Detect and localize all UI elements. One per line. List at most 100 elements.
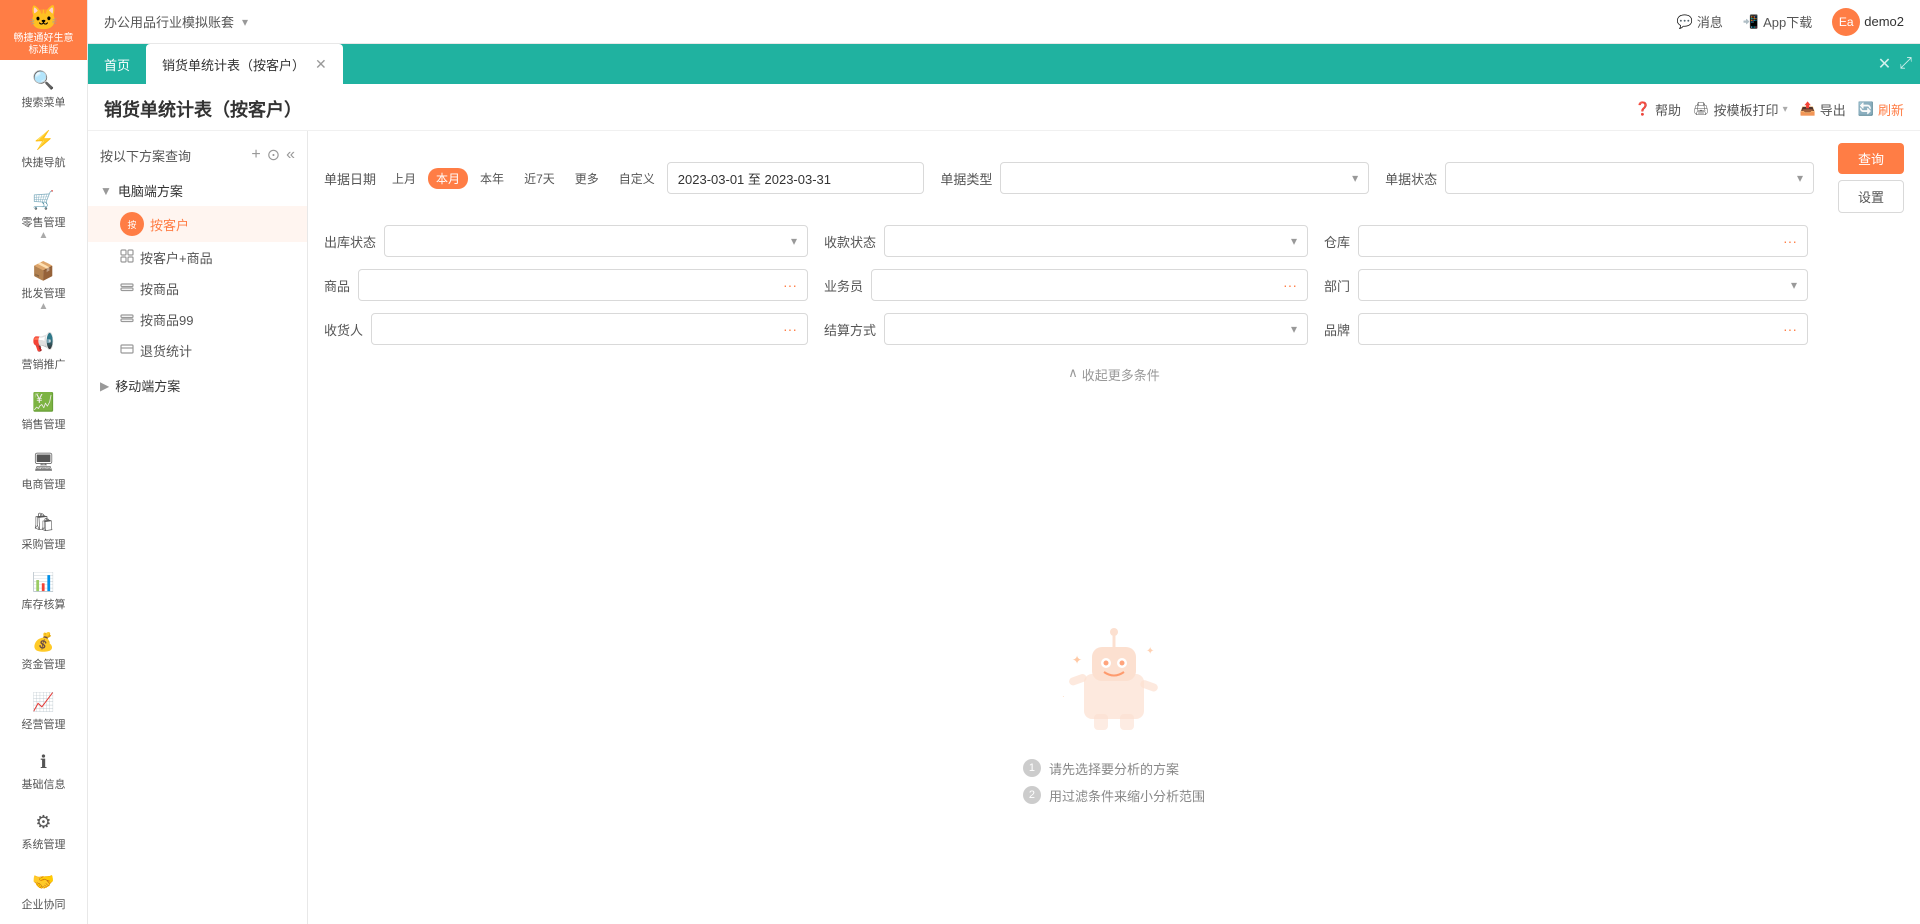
- sidebar-item-retail[interactable]: 🛒 零售管理 ▲: [0, 180, 88, 251]
- sidebar-item-basic[interactable]: ℹ 基础信息: [0, 742, 88, 802]
- salesperson-ellipsis[interactable]: ···: [1283, 277, 1297, 293]
- sidebar-item-system[interactable]: ⚙ 系统管理: [0, 802, 88, 862]
- user-name: demo2: [1864, 14, 1904, 29]
- tab-sales-stats[interactable]: 销货单统计表（按客户） ✕: [146, 44, 343, 84]
- app-download-button[interactable]: 📲 App下载: [1743, 12, 1812, 31]
- brand-select[interactable]: ···: [1358, 313, 1808, 345]
- print-button[interactable]: 🖨 按模板打印 ▾: [1693, 100, 1788, 119]
- help-icon: ❓: [1635, 101, 1651, 117]
- settings-button[interactable]: 设置: [1838, 180, 1904, 213]
- refresh-icon: 🔄: [1858, 101, 1874, 117]
- tab-close-all-button[interactable]: ✕: [1878, 54, 1891, 74]
- scheme-add-button[interactable]: +: [251, 146, 260, 164]
- tab-expand-button[interactable]: ⤢: [1899, 55, 1912, 73]
- brand-ellipsis[interactable]: ···: [1783, 321, 1797, 337]
- page-header: 销货单统计表（按客户） ❓ 帮助 🖨 按模板打印 ▾ 📤 导出: [88, 84, 1920, 131]
- scheme-item-icon-by-goods-99: [120, 311, 134, 328]
- date-range-value: 2023-03-01 至 2023-03-31: [678, 169, 831, 188]
- sidebar-label-retail: 零售管理: [22, 214, 66, 230]
- goods-select[interactable]: ···: [358, 269, 808, 301]
- scheme-item-by-goods[interactable]: 按商品: [88, 273, 307, 304]
- sidebar-item-purchase[interactable]: 🛍 采购管理: [0, 502, 88, 562]
- salesperson-select[interactable]: ···: [871, 269, 1308, 301]
- receiver-ellipsis[interactable]: ···: [783, 321, 797, 337]
- settlement-select[interactable]: ▾: [884, 313, 1308, 345]
- scheme-item-return-stats[interactable]: 退货统计: [88, 335, 307, 366]
- app-title-dropdown-icon[interactable]: ▾: [242, 15, 248, 29]
- page-title: 销货单统计表（按客户）: [104, 96, 302, 122]
- sidebar-item-inventory[interactable]: 📊 库存核算: [0, 562, 88, 622]
- date-btn-this-year[interactable]: 本年: [472, 168, 512, 189]
- sidebar-item-marketing[interactable]: 📢 营销推广: [0, 322, 88, 382]
- user-avatar: Ea: [1832, 8, 1860, 36]
- out-status-dropdown-icon: ▾: [791, 234, 797, 248]
- goods-ellipsis[interactable]: ···: [783, 277, 797, 293]
- sidebar-label-ecommerce: 电商管理: [22, 476, 66, 492]
- filter-item-brand: 品牌 ···: [1324, 313, 1808, 345]
- scheme-item-by-goods-99[interactable]: 按商品99: [88, 304, 307, 335]
- scheme-item-by-customer-goods[interactable]: 按客户+商品: [88, 242, 307, 273]
- export-icon: 📤: [1800, 101, 1816, 117]
- department-select[interactable]: ▾: [1358, 269, 1808, 301]
- inventory-icon: 📊: [32, 572, 54, 593]
- tab-home[interactable]: 首页: [88, 44, 146, 84]
- date-btn-more[interactable]: 更多: [567, 168, 607, 189]
- sidebar-item-ecommerce[interactable]: 🖥 电商管理: [0, 442, 88, 502]
- scheme-settings-button[interactable]: ⊙: [267, 145, 280, 165]
- sidebar-logo: 🐱 畅捷通好生意标准版: [0, 0, 88, 60]
- sidebar-item-search[interactable]: 🔍 搜索菜单: [0, 60, 88, 120]
- payment-status-select[interactable]: ▾: [884, 225, 1308, 257]
- out-status-select[interactable]: ▾: [384, 225, 808, 257]
- print-icon: 🖨: [1693, 101, 1710, 117]
- empty-tip-1-text: 请先选择要分析的方案: [1049, 759, 1179, 778]
- sidebar-item-enterprise[interactable]: 🤝 企业协同: [0, 862, 88, 922]
- goods-label: 商品: [324, 276, 350, 295]
- scheme-collapse-button[interactable]: «: [286, 146, 295, 164]
- empty-illustration: ✦ ✦ ·: [1054, 619, 1174, 739]
- tab-bar-actions: ✕ ⤢: [1878, 54, 1920, 74]
- help-button[interactable]: ❓ 帮助: [1635, 100, 1681, 119]
- date-btn-last-month[interactable]: 上月: [384, 168, 424, 189]
- tip-num-2: 2: [1023, 786, 1041, 804]
- collapse-chevron-icon: ∧: [1068, 365, 1078, 384]
- user-profile[interactable]: Ea demo2: [1832, 8, 1904, 36]
- scheme-group-desktop-label: 电脑端方案: [118, 181, 183, 200]
- sidebar-label-marketing: 营销推广: [22, 356, 66, 372]
- retail-icon: 🛒: [32, 190, 54, 211]
- avatar-text: Ea: [1839, 15, 1854, 29]
- query-button[interactable]: 查询: [1838, 143, 1904, 174]
- sidebar-item-sales[interactable]: 💹 销售管理: [0, 382, 88, 442]
- sidebar-item-finance[interactable]: 💰 资金管理: [0, 622, 88, 682]
- sidebar-item-operations[interactable]: 📈 经营管理: [0, 682, 88, 742]
- marketing-icon: 📢: [32, 332, 54, 353]
- sidebar-item-shortcut[interactable]: ⚡ 快捷导航: [0, 120, 88, 180]
- sidebar-item-wholesale[interactable]: 📦 批发管理 ▲: [0, 251, 88, 322]
- collapse-more-button[interactable]: ∧ 收起更多条件: [324, 357, 1904, 392]
- message-button[interactable]: 💬 消息: [1677, 12, 1723, 31]
- doc-type-select[interactable]: ▾: [1000, 162, 1369, 194]
- warehouse-select[interactable]: ···: [1358, 225, 1808, 257]
- scheme-group-mobile: ▶ 移动端方案: [88, 370, 307, 401]
- shortcut-icon: ⚡: [32, 130, 54, 151]
- doc-status-select[interactable]: ▾: [1445, 162, 1814, 194]
- svg-text:·: ·: [1062, 692, 1065, 701]
- scheme-group-desktop-header[interactable]: ▼ 电脑端方案: [88, 175, 307, 206]
- logo-text: 畅捷通好生意标准版: [14, 33, 74, 57]
- date-btn-last-7[interactable]: 近7天: [516, 168, 563, 189]
- date-range-input[interactable]: 2023-03-01 至 2023-03-31: [667, 162, 925, 194]
- basic-icon: ℹ: [40, 752, 47, 773]
- sidebar-label-basic: 基础信息: [22, 776, 66, 792]
- print-label: 按模板打印: [1714, 100, 1779, 119]
- refresh-button[interactable]: 🔄 刷新: [1858, 100, 1904, 119]
- scheme-item-by-customer[interactable]: 按 按客户: [88, 206, 307, 242]
- sidebar-label-operations: 经营管理: [22, 716, 66, 732]
- scheme-group-mobile-header[interactable]: ▶ 移动端方案: [88, 370, 307, 401]
- search-icon: 🔍: [32, 70, 54, 91]
- ecommerce-icon: 🖥: [32, 452, 55, 473]
- date-btn-this-month[interactable]: 本月: [428, 168, 468, 189]
- export-button[interactable]: 📤 导出: [1800, 100, 1846, 119]
- date-btn-custom[interactable]: 自定义: [611, 168, 663, 189]
- receiver-select[interactable]: ···: [371, 313, 808, 345]
- warehouse-ellipsis[interactable]: ···: [1783, 233, 1797, 249]
- tab-close-icon[interactable]: ✕: [315, 56, 327, 73]
